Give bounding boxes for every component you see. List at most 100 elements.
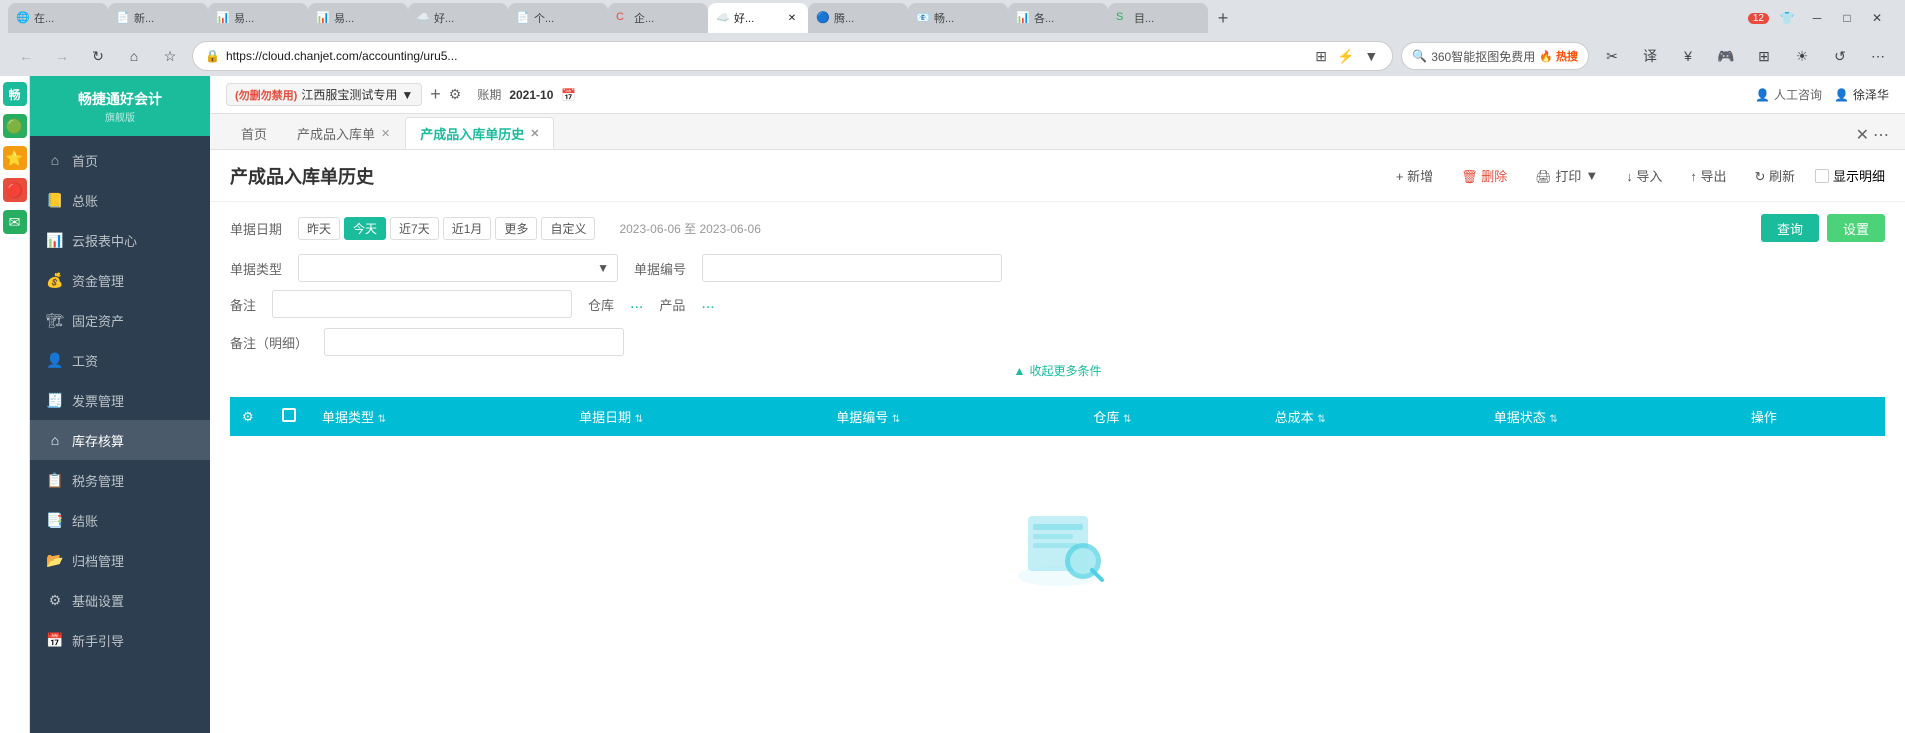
query-button[interactable]: 查询 bbox=[1761, 214, 1819, 242]
note-input[interactable] bbox=[272, 290, 572, 318]
sidebar-item-reports[interactable]: 📊 云报表中心 bbox=[30, 220, 210, 260]
refresh-button[interactable]: ↻ bbox=[84, 42, 112, 70]
lightning-icon[interactable]: ⚡ bbox=[1335, 46, 1356, 67]
close-panel-button[interactable]: ✕ bbox=[1856, 125, 1869, 145]
browser-tab-7[interactable]: C 企... bbox=[608, 3, 708, 33]
browser-tab-3[interactable]: 📊 易... bbox=[208, 3, 308, 33]
bookmark-button[interactable]: ☆ bbox=[156, 42, 184, 70]
browser-tab-4[interactable]: 📊 易... bbox=[308, 3, 408, 33]
back-button[interactable]: ← bbox=[12, 42, 40, 70]
note-detail-input[interactable] bbox=[324, 328, 624, 356]
date-btn-1month[interactable]: 近1月 bbox=[443, 217, 492, 240]
date-btn-more[interactable]: 更多 bbox=[495, 217, 537, 240]
new-tab-button[interactable]: + bbox=[1208, 3, 1238, 33]
date-btn-yesterday[interactable]: 昨天 bbox=[298, 217, 340, 240]
sidebar-item-settings[interactable]: ⚙ 基础设置 bbox=[30, 580, 210, 620]
sidebar-item-funds[interactable]: 💰 资金管理 bbox=[30, 260, 210, 300]
forward-button[interactable]: → bbox=[48, 42, 76, 70]
sidebar-item-tax[interactable]: 📋 税务管理 bbox=[30, 460, 210, 500]
th-total-cost[interactable]: 总成本 ⇅ bbox=[1263, 397, 1482, 436]
home-button[interactable]: ⌂ bbox=[120, 42, 148, 70]
company-settings-icon[interactable]: ⚙ bbox=[449, 86, 462, 103]
print-button[interactable]: 🖨 打印 ▼ bbox=[1527, 162, 1606, 189]
browser-tab-2[interactable]: 📄 新... bbox=[108, 3, 208, 33]
th-warehouse[interactable]: 仓库 ⇅ bbox=[1081, 397, 1262, 436]
dropdown-icon[interactable]: ▼ bbox=[1362, 46, 1380, 66]
sidebar-item-home[interactable]: ⌂ 首页 bbox=[30, 140, 210, 180]
browser-tab-6[interactable]: 📄 个... bbox=[508, 3, 608, 33]
browser-tab-5[interactable]: ☁️ 好... bbox=[408, 3, 508, 33]
quick-icon-1[interactable]: 畅 bbox=[3, 82, 27, 106]
th-voucher-no[interactable]: 单据编号 ⇅ bbox=[824, 397, 1081, 436]
th-check[interactable] bbox=[270, 397, 310, 436]
quick-icon-star[interactable]: ⭐ bbox=[3, 146, 27, 170]
quick-icon-red[interactable]: 🔴 bbox=[3, 178, 27, 202]
sidebar-item-invoice[interactable]: 🧾 发票管理 bbox=[30, 380, 210, 420]
select-all-checkbox[interactable] bbox=[282, 408, 296, 422]
scissors-icon[interactable]: ✂ bbox=[1597, 41, 1627, 71]
grid-icon[interactable]: ⊞ bbox=[1749, 41, 1779, 71]
browser-tab-1[interactable]: 🌐 在... bbox=[8, 3, 108, 33]
tab-history-close[interactable]: ✕ bbox=[530, 127, 539, 140]
game-icon[interactable]: 🎮 bbox=[1711, 41, 1741, 71]
browser-tab-9[interactable]: 🔵 腾... bbox=[808, 3, 908, 33]
date-btn-7days[interactable]: 近7天 bbox=[390, 217, 439, 240]
show-columns-toggle[interactable]: 显示明细 bbox=[1815, 166, 1885, 185]
date-btn-custom[interactable]: 自定义 bbox=[541, 217, 595, 240]
tab-close-8[interactable]: ✕ bbox=[784, 10, 800, 26]
page-tab-home[interactable]: 首页 bbox=[226, 117, 282, 149]
address-bar[interactable]: 🔒 https://cloud.chanjet.com/accounting/u… bbox=[192, 41, 1393, 71]
collapse-button[interactable]: ▲ 收起更多条件 bbox=[230, 356, 1885, 385]
voucher-type-select[interactable]: ▼ bbox=[298, 254, 618, 282]
quick-icon-email[interactable]: ✉ bbox=[3, 210, 27, 234]
setting-button[interactable]: 设置 bbox=[1827, 214, 1885, 242]
browser-tab-12[interactable]: S 目... bbox=[1108, 3, 1208, 33]
browser-tab-8[interactable]: ☁️ 好... ✕ bbox=[708, 3, 808, 33]
settings-icon[interactable]: ⋯ bbox=[1863, 41, 1893, 71]
user-avatar[interactable]: 👤 徐泽华 bbox=[1834, 86, 1889, 103]
theme-icon[interactable]: ☀ bbox=[1787, 41, 1817, 71]
export-button[interactable]: ↑ 导出 bbox=[1682, 162, 1734, 189]
refresh-page-button[interactable]: ↻ 刷新 bbox=[1746, 162, 1803, 189]
th-voucher-type[interactable]: 单据类型 ⇅ bbox=[310, 397, 567, 436]
maximize-button[interactable]: □ bbox=[1835, 6, 1859, 30]
product-dots-button[interactable]: ... bbox=[701, 295, 714, 313]
sidebar-item-new-period[interactable]: 📅 新手引导 bbox=[30, 620, 210, 660]
sidebar-item-fixed-assets[interactable]: 🏗 固定资产 bbox=[30, 300, 210, 340]
extensions-icon[interactable]: ⊞ bbox=[1313, 46, 1329, 67]
close-button[interactable]: ✕ bbox=[1865, 6, 1889, 30]
sidebar-logo[interactable]: 畅捷通好会计 旗舰版 bbox=[30, 76, 210, 136]
date-btn-today[interactable]: 今天 bbox=[344, 217, 386, 240]
voucher-no-input[interactable] bbox=[702, 254, 1002, 282]
sidebar-item-settlement[interactable]: 📑 结账 bbox=[30, 500, 210, 540]
warehouse-dots-button[interactable]: ... bbox=[630, 295, 643, 313]
currency-icon[interactable]: ¥ bbox=[1673, 41, 1703, 71]
th-voucher-status[interactable]: 单据状态 ⇅ bbox=[1482, 397, 1739, 436]
user-service-button[interactable]: 👤 人工咨询 bbox=[1755, 86, 1822, 103]
sidebar-item-archive[interactable]: 📂 归档管理 bbox=[30, 540, 210, 580]
th-voucher-date[interactable]: 单据日期 ⇅ bbox=[567, 397, 824, 436]
sidebar-item-inventory[interactable]: ⌂ 库存核算 bbox=[30, 420, 210, 460]
translate-icon[interactable]: 译 bbox=[1635, 41, 1665, 71]
import-button[interactable]: ↓ 导入 bbox=[1618, 162, 1670, 189]
page-tab-list[interactable]: 产成品入库单 ✕ bbox=[282, 117, 405, 149]
window-shirt-icon[interactable]: 👕 bbox=[1775, 6, 1799, 30]
page-tab-history[interactable]: 产成品入库单历史 ✕ bbox=[405, 117, 554, 149]
sidebar-item-payroll[interactable]: 👤 工资 bbox=[30, 340, 210, 380]
collapse-panel-button[interactable]: ⋯ bbox=[1873, 125, 1889, 145]
th-gear[interactable]: ⚙ bbox=[230, 397, 270, 436]
search-box[interactable]: 🔍 360智能抠图免费用 🔥 热搜 bbox=[1401, 42, 1589, 70]
company-selector[interactable]: (勿删勿禁用) 江西服宝测试专用 ▼ bbox=[226, 83, 422, 106]
minimize-button[interactable]: ─ bbox=[1805, 6, 1829, 30]
sidebar-item-ledger[interactable]: 📒 总账 bbox=[30, 180, 210, 220]
add-button[interactable]: + 新增 bbox=[1388, 162, 1441, 189]
quick-icon-green[interactable]: 🟢 bbox=[3, 114, 27, 138]
calendar-icon[interactable]: 📅 bbox=[561, 88, 576, 102]
delete-button[interactable]: 🗑 删除 bbox=[1453, 162, 1515, 189]
history-back-icon[interactable]: ↺ bbox=[1825, 41, 1855, 71]
show-columns-checkbox[interactable] bbox=[1815, 169, 1829, 183]
add-company-button[interactable]: + bbox=[430, 84, 441, 105]
tab-list-close[interactable]: ✕ bbox=[381, 127, 390, 140]
browser-tab-10[interactable]: 📧 畅... bbox=[908, 3, 1008, 33]
browser-tab-11[interactable]: 📊 各... bbox=[1008, 3, 1108, 33]
